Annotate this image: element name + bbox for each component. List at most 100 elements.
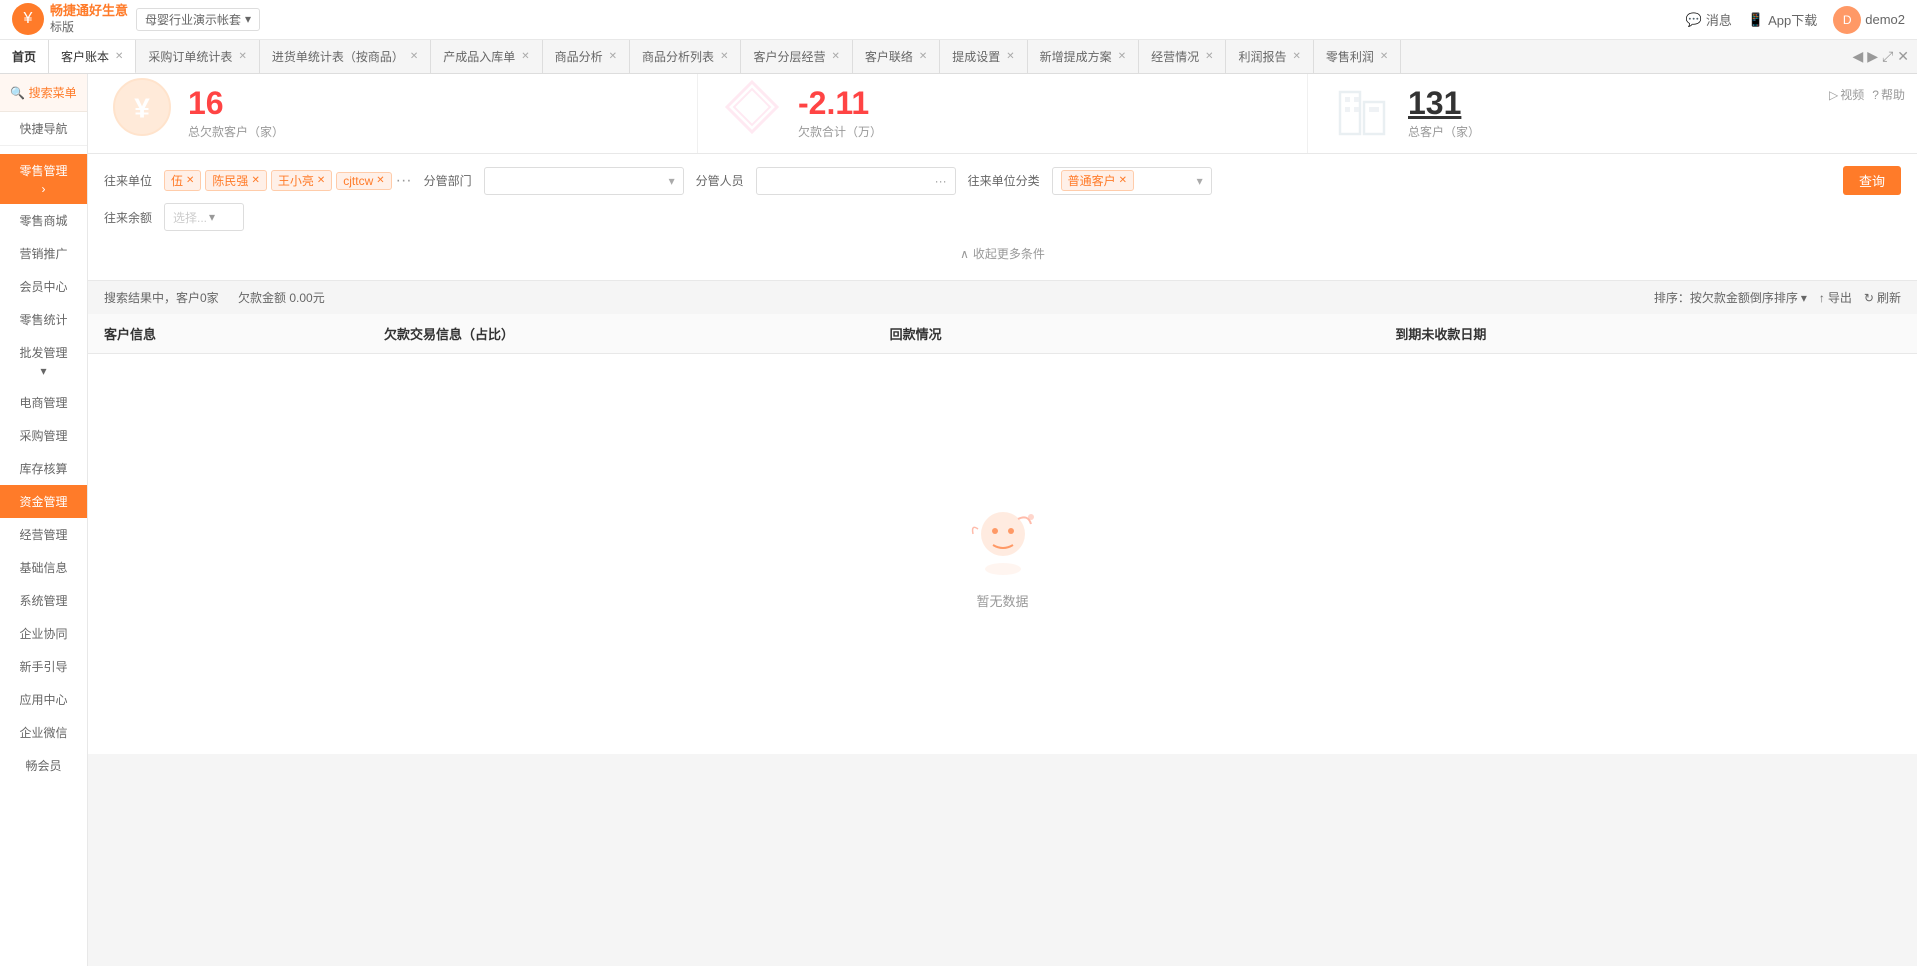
close-icon[interactable]: ✕	[521, 51, 529, 62]
sidebar-item-label: 零售商城	[19, 212, 67, 229]
close-icon[interactable]: ✕	[1380, 51, 1388, 62]
refresh-icon: ↻	[1864, 291, 1874, 305]
sidebar-item-enterprise-collab[interactable]: 企业协同	[0, 617, 87, 650]
filter-tag-wu: 伍 ✕	[164, 170, 201, 191]
sidebar-item-ecommerce[interactable]: 电商管理	[0, 386, 87, 419]
sidebar-item-marketing[interactable]: 营销推广	[0, 237, 87, 270]
results-summary: 搜索结果中，客户0家 欠款金额 0.00元	[104, 289, 325, 306]
sidebar-quick-nav[interactable]: 快捷导航	[0, 112, 87, 146]
close-all-icon[interactable]: ✕	[1897, 48, 1909, 65]
sidebar-item-enterprise-wechat[interactable]: 企业微信	[0, 716, 87, 749]
sidebar-item-new-guide[interactable]: 新手引导	[0, 650, 87, 683]
tab-product-inbound-label: 产成品入库单	[443, 48, 515, 65]
close-icon[interactable]: ✕	[720, 51, 728, 62]
help-btn[interactable]: ? 帮助	[1872, 86, 1905, 103]
logo-text: 畅捷通好生意 标版	[50, 3, 128, 35]
tab-purchase-stats[interactable]: 进货单统计表（按商品） ✕	[260, 40, 431, 74]
tab-retail-profit[interactable]: 零售利润 ✕	[1314, 40, 1401, 74]
help-icon: ?	[1872, 88, 1879, 102]
messages-btn[interactable]: 💬 消息	[1686, 10, 1732, 29]
tab-product-analysis-list[interactable]: 商品分析列表 ✕	[630, 40, 741, 74]
refresh-button[interactable]: ↻ 刷新	[1864, 289, 1901, 306]
fullscreen-icon[interactable]: ⤢	[1882, 48, 1893, 65]
filter-more-btn[interactable]: ···	[396, 173, 412, 189]
close-icon[interactable]: ✕	[238, 51, 246, 62]
sidebar-item-label: 电商管理	[19, 394, 67, 411]
filter-label-balance: 往来余额	[104, 209, 152, 226]
sidebar-item-retail-stats[interactable]: 零售统计	[0, 303, 87, 336]
user-area[interactable]: D demo2	[1833, 6, 1905, 34]
sidebar-item-label: 经营管理	[19, 526, 67, 543]
sidebar-item-app-center[interactable]: 应用中心	[0, 683, 87, 716]
filter-label-unit: 往来单位	[104, 172, 152, 189]
tab-operations[interactable]: 经营情况 ✕	[1139, 40, 1226, 74]
tab-home[interactable]: 首页	[0, 40, 49, 74]
money-icon: ¥	[112, 77, 172, 150]
close-icon[interactable]: ✕	[115, 51, 123, 62]
tab-new-commission-label: 新增提成方案	[1040, 48, 1112, 65]
collapse-btn[interactable]: ∧ 收起更多条件	[954, 239, 1051, 268]
sidebar-item-chang-member[interactable]: 畅会员	[0, 749, 87, 782]
filter-dept-select[interactable]: ▾	[484, 167, 684, 195]
app-download-btn[interactable]: 📱 App下载	[1748, 10, 1817, 29]
close-icon[interactable]: ✕	[1205, 51, 1213, 62]
tab-profit-report[interactable]: 利润报告 ✕	[1226, 40, 1313, 74]
prev-tab-icon[interactable]: ◀	[1853, 48, 1864, 65]
sidebar-item-basic-info[interactable]: 基础信息	[0, 551, 87, 584]
next-tab-icon[interactable]: ▶	[1867, 48, 1878, 65]
filter-balance-dropdown[interactable]: 选择... ▾	[164, 203, 244, 231]
tag-close-chen[interactable]: ✕	[251, 175, 259, 186]
tab-customer-contact[interactable]: 客户联络 ✕	[853, 40, 940, 74]
filter-row-2: 往来余额 选择... ▾	[104, 203, 1901, 231]
tab-customer-account[interactable]: 客户账本 ✕	[49, 40, 136, 74]
logo-title: 畅捷通好生意	[50, 3, 128, 20]
sidebar-item-retail-mall[interactable]: 零售商城	[0, 204, 87, 237]
close-icon[interactable]: ✕	[410, 51, 418, 62]
close-icon[interactable]: ✕	[609, 51, 617, 62]
export-button[interactable]: ↑ 导出	[1819, 289, 1852, 306]
sidebar-search[interactable]: 🔍 搜索菜单	[0, 74, 87, 112]
tab-customer-layer[interactable]: 客户分层经营 ✕	[741, 40, 852, 74]
tag-close-cjttcw[interactable]: ✕	[376, 175, 384, 186]
results-count: 搜索结果中，客户0家	[104, 291, 219, 305]
video-btn[interactable]: ▷ 视频	[1829, 86, 1864, 103]
tag-close-normal[interactable]: ✕	[1119, 175, 1127, 186]
sidebar-item-inventory[interactable]: 库存核算	[0, 452, 87, 485]
close-icon[interactable]: ✕	[919, 51, 927, 62]
tab-commission-setting[interactable]: 提成设置 ✕	[940, 40, 1027, 74]
filter-tag-normal: 普通客户 ✕	[1061, 170, 1134, 191]
sidebar-item-retail-management[interactable]: 零售管理 ›	[0, 154, 87, 204]
sidebar-item-member-center[interactable]: 会员中心	[0, 270, 87, 303]
close-icon[interactable]: ✕	[1006, 51, 1014, 62]
sort-selector[interactable]: 排序：按欠款金额倒序排序 ▾	[1654, 289, 1807, 306]
tab-commission-setting-label: 提成设置	[952, 48, 1000, 65]
sidebar-item-wholesale[interactable]: 批发管理 ▾	[0, 336, 87, 386]
filter-person-select[interactable]: ···	[756, 167, 956, 195]
close-icon[interactable]: ✕	[831, 51, 839, 62]
total-customer-label: 总客户（家）	[1408, 123, 1480, 140]
tab-product-inbound[interactable]: 产成品入库单 ✕	[431, 40, 542, 74]
filter-row-1: 往来单位 伍 ✕ 陈民强 ✕ 王小亮 ✕ cjttcw	[104, 166, 1901, 195]
filter-label-category: 往来单位分类	[968, 172, 1040, 189]
sidebar-item-finance[interactable]: 资金管理	[0, 485, 87, 518]
quick-nav-label: 快捷导航	[19, 122, 67, 136]
query-button[interactable]: 查询	[1843, 166, 1901, 195]
sidebar-item-label: 畅会员	[25, 757, 61, 774]
close-icon[interactable]: ✕	[1293, 51, 1301, 62]
sidebar-item-label: 企业微信	[19, 724, 67, 741]
chevron-right-icon: ›	[42, 182, 46, 196]
main-layout: 🔍 搜索菜单 快捷导航 零售管理 › 零售商城 营销推广 会员中心 零售统计	[0, 74, 1917, 966]
env-selector[interactable]: 母婴行业演示帐套 ▾	[136, 8, 260, 31]
tab-new-commission[interactable]: 新增提成方案 ✕	[1028, 40, 1139, 74]
tag-close-wu[interactable]: ✕	[186, 175, 194, 186]
tag-close-wang[interactable]: ✕	[317, 175, 325, 186]
sidebar-item-system[interactable]: 系统管理	[0, 584, 87, 617]
sidebar-item-label: 资金管理	[19, 493, 67, 510]
filter-category-select[interactable]: 普通客户 ✕ ▾	[1052, 167, 1212, 195]
close-icon[interactable]: ✕	[1118, 51, 1126, 62]
filter-tag-cjttcw: cjttcw ✕	[336, 172, 391, 190]
tab-product-analysis[interactable]: 商品分析 ✕	[543, 40, 630, 74]
sidebar-item-operations[interactable]: 经营管理	[0, 518, 87, 551]
tab-purchase-order[interactable]: 采购订单统计表 ✕	[136, 40, 259, 74]
sidebar-item-purchase[interactable]: 采购管理	[0, 419, 87, 452]
